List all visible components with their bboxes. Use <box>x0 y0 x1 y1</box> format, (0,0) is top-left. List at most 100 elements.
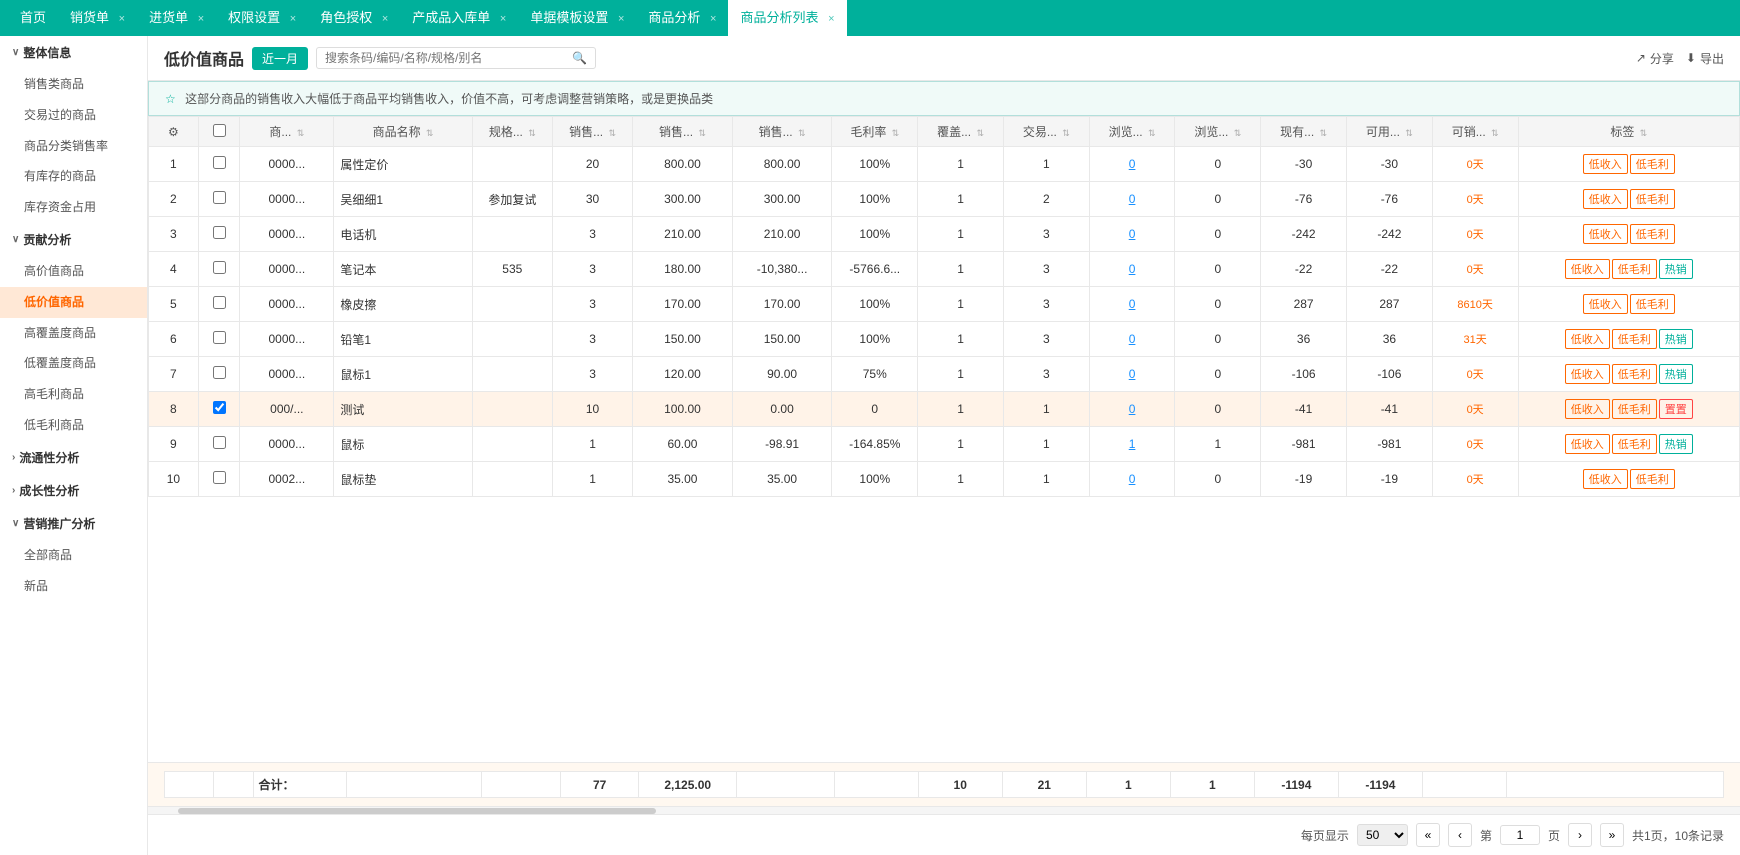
view1-link[interactable]: 0 <box>1129 472 1136 486</box>
stock-available-col-header[interactable]: 可用... ⇅ <box>1346 117 1432 147</box>
row-select-checkbox[interactable] <box>213 436 226 449</box>
sales-price-col-header[interactable]: 销售... ⇅ <box>732 117 832 147</box>
view1-col-header[interactable]: 浏览... ⇅ <box>1089 117 1175 147</box>
stock-saleable-col-header[interactable]: 可销... ⇅ <box>1432 117 1518 147</box>
sidebar-item-all-products[interactable]: 全部商品 <box>0 540 147 571</box>
row-select-checkbox[interactable] <box>213 191 226 204</box>
sales-qty-col-header[interactable]: 销售... ⇅ <box>552 117 632 147</box>
nav-purchase-order[interactable]: 进货单 × <box>137 0 216 36</box>
sidebar-item-new-products[interactable]: 新品 <box>0 571 147 602</box>
row-select-checkbox[interactable] <box>213 156 226 169</box>
row-select-checkbox[interactable] <box>213 401 226 414</box>
nav-permission-settings[interactable]: 权限设置 × <box>216 0 308 36</box>
page-size-select[interactable]: 50 100 200 <box>1357 824 1408 846</box>
row-checkbox[interactable] <box>198 392 240 427</box>
code-col-header[interactable]: 商... ⇅ <box>240 117 334 147</box>
nav-product-analysis-list[interactable]: 商品分析列表 × <box>728 0 846 36</box>
close-icon[interactable]: × <box>382 13 388 25</box>
row-select-checkbox[interactable] <box>213 226 226 239</box>
settings-col-header[interactable]: ⚙ <box>149 117 199 147</box>
row-checkbox[interactable] <box>198 357 240 392</box>
sidebar-item-low-value[interactable]: 低价值商品 <box>0 287 147 318</box>
sidebar-item-high-margin[interactable]: 高毛利商品 <box>0 379 147 410</box>
close-icon[interactable]: × <box>198 13 204 25</box>
view1-link[interactable]: 0 <box>1129 262 1136 276</box>
sidebar-section-overall[interactable]: ∨ 整体信息 <box>0 36 147 69</box>
select-all-checkbox[interactable] <box>213 124 226 137</box>
row-trade: 1 <box>1003 147 1089 182</box>
sidebar-item-high-coverage[interactable]: 高覆盖度商品 <box>0 318 147 349</box>
row-checkbox[interactable] <box>198 427 240 462</box>
sidebar-section-contribution[interactable]: ∨ 贡献分析 <box>0 223 147 256</box>
sidebar-item-category-sales-rate[interactable]: 商品分类销售率 <box>0 131 147 162</box>
close-icon[interactable]: × <box>828 13 834 25</box>
sidebar-item-stock-capital[interactable]: 库存资金占用 <box>0 192 147 223</box>
row-sales-qty: 3 <box>552 217 632 252</box>
sidebar-item-low-margin[interactable]: 低毛利商品 <box>0 410 147 441</box>
sidebar-item-sales-products[interactable]: 销售类商品 <box>0 69 147 100</box>
sidebar-item-stock-products[interactable]: 有库存的商品 <box>0 161 147 192</box>
margin-col-header[interactable]: 毛利率 ⇅ <box>832 117 918 147</box>
close-icon[interactable]: × <box>710 13 716 25</box>
stock-current-col-header[interactable]: 现有... ⇅ <box>1261 117 1347 147</box>
nav-template-settings[interactable]: 单据模板设置 × <box>518 0 636 36</box>
sidebar-item-traded-products[interactable]: 交易过的商品 <box>0 100 147 131</box>
view1-link[interactable]: 0 <box>1129 367 1136 381</box>
view1-link[interactable]: 0 <box>1129 157 1136 171</box>
view1-link[interactable]: 0 <box>1129 402 1136 416</box>
close-icon[interactable]: × <box>618 13 624 25</box>
sidebar-item-low-coverage[interactable]: 低覆盖度商品 <box>0 348 147 379</box>
first-page-button[interactable]: « <box>1416 823 1440 847</box>
view1-link[interactable]: 0 <box>1129 297 1136 311</box>
row-checkbox[interactable] <box>198 147 240 182</box>
row-checkbox[interactable] <box>198 217 240 252</box>
nav-home[interactable]: 首页 <box>8 0 58 36</box>
row-stock-current: -30 <box>1261 147 1347 182</box>
checkbox-col-header[interactable] <box>198 117 240 147</box>
tags-col-header[interactable]: 标签 ⇅ <box>1518 117 1739 147</box>
filter-recent-month-button[interactable]: 近一月 <box>252 47 308 70</box>
view1-link[interactable]: 1 <box>1129 437 1136 451</box>
row-select-checkbox[interactable] <box>213 261 226 274</box>
totals-table: 合计： 77 2,125.00 10 21 1 1 -1194 -1194 <box>164 771 1724 798</box>
table-wrapper[interactable]: ⚙ 商... ⇅ 商品名称 ⇅ 规格... ⇅ 销售... ⇅ 销售... ⇅ … <box>148 116 1740 762</box>
row-checkbox[interactable] <box>198 182 240 217</box>
row-select-checkbox[interactable] <box>213 471 226 484</box>
view2-col-header[interactable]: 浏览... ⇅ <box>1175 117 1261 147</box>
name-col-header[interactable]: 商品名称 ⇅ <box>334 117 472 147</box>
nav-role-auth[interactable]: 角色授权 × <box>308 0 400 36</box>
row-select-checkbox[interactable] <box>213 296 226 309</box>
prev-page-button[interactable]: ‹ <box>1448 823 1472 847</box>
row-checkbox[interactable] <box>198 462 240 497</box>
last-page-button[interactable]: » <box>1600 823 1624 847</box>
view1-link[interactable]: 0 <box>1129 227 1136 241</box>
close-icon[interactable]: × <box>500 13 506 25</box>
table-row: 9 0000... 鼠标 1 60.00 -98.91 -164.85% 1 1… <box>149 427 1740 462</box>
row-select-checkbox[interactable] <box>213 366 226 379</box>
trade-col-header[interactable]: 交易... ⇅ <box>1003 117 1089 147</box>
close-icon[interactable]: × <box>290 13 296 25</box>
search-input[interactable] <box>325 51 568 65</box>
close-icon[interactable]: × <box>119 13 125 25</box>
share-button[interactable]: ↗ 分享 <box>1636 50 1674 67</box>
tag-label: 低收入 <box>1583 469 1628 489</box>
sidebar-section-marketing[interactable]: ∨ 营销推广分析 <box>0 507 147 540</box>
row-checkbox[interactable] <box>198 322 240 357</box>
row-checkbox[interactable] <box>198 252 240 287</box>
next-page-button[interactable]: › <box>1568 823 1592 847</box>
sidebar-section-circulation[interactable]: › 流通性分析 <box>0 441 147 474</box>
nav-product-analysis[interactable]: 商品分析 × <box>636 0 728 36</box>
spec-col-header[interactable]: 规格... ⇅ <box>472 117 552 147</box>
row-select-checkbox[interactable] <box>213 331 226 344</box>
view1-link[interactable]: 0 <box>1129 192 1136 206</box>
view1-link[interactable]: 0 <box>1129 332 1136 346</box>
nav-product-in[interactable]: 产成品入库单 × <box>400 0 518 36</box>
row-checkbox[interactable] <box>198 287 240 322</box>
export-button[interactable]: ⬇ 导出 <box>1686 50 1724 67</box>
nav-sales-order[interactable]: 销货单 × <box>58 0 137 36</box>
sidebar-section-growth[interactable]: › 成长性分析 <box>0 474 147 507</box>
sidebar-item-high-value[interactable]: 高价值商品 <box>0 256 147 287</box>
page-number-input[interactable] <box>1500 825 1540 845</box>
sales-amount-col-header[interactable]: 销售... ⇅ <box>633 117 733 147</box>
coverage-col-header[interactable]: 覆盖... ⇅ <box>918 117 1004 147</box>
